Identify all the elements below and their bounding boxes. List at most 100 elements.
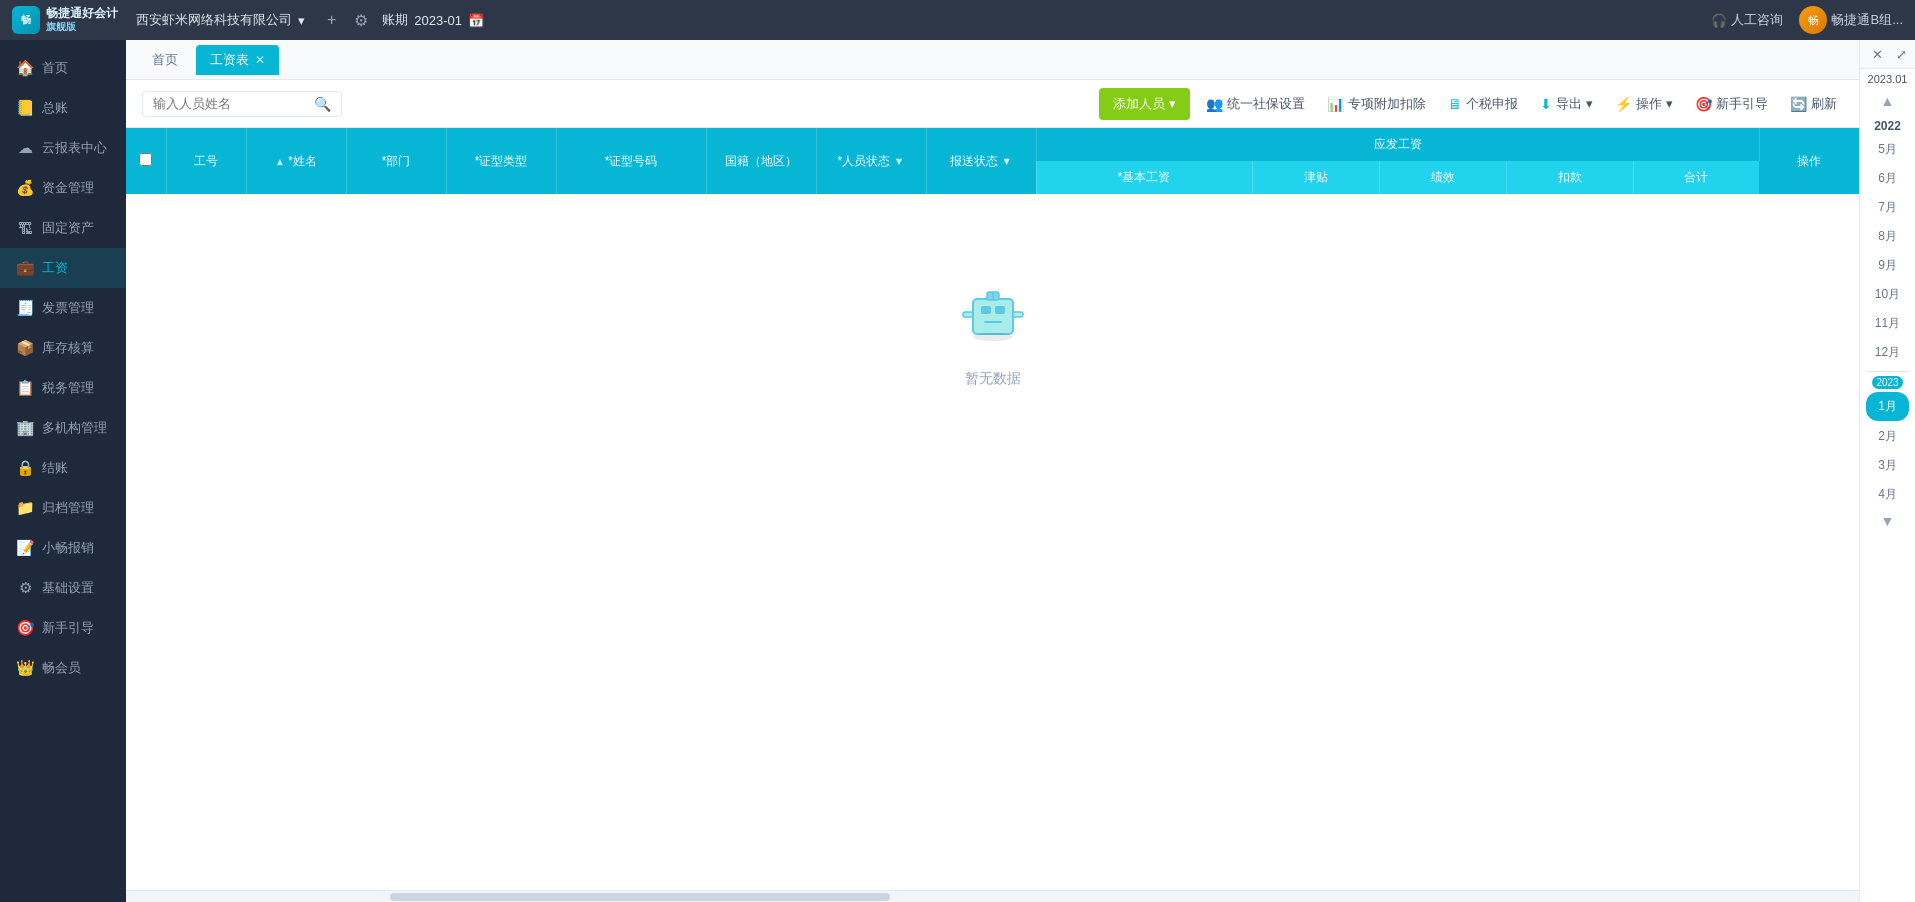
sidebar-item-close-account[interactable]: 🔒 结账 bbox=[0, 448, 126, 488]
month-2022-12[interactable]: 12月 bbox=[1860, 338, 1915, 367]
guide-icon: 🎯 bbox=[16, 619, 34, 637]
basic-settings-icon: ⚙ bbox=[16, 579, 34, 597]
sidebar-item-tax[interactable]: 📋 税务管理 bbox=[0, 368, 126, 408]
export-icon: ⬇ bbox=[1540, 96, 1552, 112]
add-person-button[interactable]: 添加人员 ▾ bbox=[1099, 88, 1190, 120]
svg-rect-2 bbox=[995, 306, 1005, 314]
tab-home[interactable]: 首页 bbox=[138, 45, 192, 75]
col-ops-label: 操作 bbox=[1797, 154, 1821, 168]
sidebar-item-fixed-assets[interactable]: 🏗 固定资产 bbox=[0, 208, 126, 248]
new-guide-button[interactable]: 🎯 新手引导 bbox=[1689, 91, 1774, 117]
operations-button[interactable]: ⚡ 操作 ▾ bbox=[1609, 91, 1679, 117]
sidebar-item-archive[interactable]: 📁 归档管理 bbox=[0, 488, 126, 528]
panel-expand-button[interactable]: ⤢ bbox=[1891, 44, 1911, 64]
export-arrow: ▾ bbox=[1586, 96, 1593, 111]
month-2023-2[interactable]: 2月 bbox=[1860, 422, 1915, 451]
sidebar-item-fund[interactable]: 💰 资金管理 bbox=[0, 168, 126, 208]
sidebar-item-xiaochang[interactable]: 📝 小畅报销 bbox=[0, 528, 126, 568]
col-name-header[interactable]: ▲ *姓名 bbox=[246, 128, 346, 194]
export-label: 导出 bbox=[1556, 95, 1582, 113]
export-button[interactable]: ⬇ 导出 ▾ bbox=[1534, 91, 1599, 117]
xiaochang-icon: 📝 bbox=[16, 539, 34, 557]
month-2023-4[interactable]: 4月 bbox=[1860, 480, 1915, 509]
sidebar-item-salary[interactable]: 💼 工资 bbox=[0, 248, 126, 288]
app-edition: 旗舰版 bbox=[46, 20, 118, 34]
social-security-button[interactable]: 👥 统一社保设置 bbox=[1200, 91, 1311, 117]
col-report-status-header[interactable]: 报送状态 ▼ bbox=[926, 128, 1036, 194]
col-num-header: 工号 bbox=[166, 128, 246, 194]
sort-up-icon: ▲ bbox=[275, 156, 285, 167]
sidebar-label-member: 畅会员 bbox=[42, 659, 81, 677]
ops-label: 操作 bbox=[1636, 95, 1662, 113]
sidebar-item-ledger[interactable]: 📒 总账 bbox=[0, 88, 126, 128]
ops-icon: ⚡ bbox=[1615, 96, 1632, 112]
top-header: 畅 畅捷通好会计 旗舰版 西安虾米网络科技有限公司 ▾ + ⚙ 账期 2023-… bbox=[0, 0, 1915, 40]
tab-salary-close[interactable]: ✕ bbox=[255, 53, 265, 67]
tax-report-button[interactable]: 🖥 个税申报 bbox=[1442, 91, 1524, 117]
sidebar-item-new-guide[interactable]: 🎯 新手引导 bbox=[0, 608, 126, 648]
new-guide-label: 新手引导 bbox=[1716, 95, 1768, 113]
month-2022-8[interactable]: 8月 bbox=[1860, 222, 1915, 251]
col-dept-header: *部门 bbox=[346, 128, 446, 194]
toolbar: 🔍 添加人员 ▾ 👥 统一社保设置 📊 专项附加扣除 🖥 个税申报 ⬇ bbox=[126, 80, 1859, 128]
settings-icon[interactable]: ⚙ bbox=[350, 7, 372, 34]
refresh-label: 刷新 bbox=[1811, 95, 1837, 113]
select-all-checkbox[interactable] bbox=[139, 153, 152, 166]
nav-up-arrow[interactable]: ▲ bbox=[1877, 89, 1899, 113]
month-2022-9[interactable]: 9月 bbox=[1860, 251, 1915, 280]
tax-icon: 📋 bbox=[16, 379, 34, 397]
panel-close-button[interactable]: ✕ bbox=[1867, 44, 1887, 64]
human-service-button[interactable]: 🎧 人工咨询 bbox=[1711, 11, 1783, 29]
month-2022-6[interactable]: 6月 bbox=[1860, 164, 1915, 193]
report-status-filter-icon: ▼ bbox=[1001, 155, 1012, 167]
col-name-label: *姓名 bbox=[288, 154, 317, 168]
nav-down-arrow[interactable]: ▼ bbox=[1877, 509, 1899, 533]
special-deduct-label: 专项附加扣除 bbox=[1348, 95, 1426, 113]
company-selector[interactable]: 西安虾米网络科技有限公司 ▾ bbox=[128, 7, 313, 33]
col-cert-type-header: *证型类型 bbox=[446, 128, 556, 194]
month-2022-5[interactable]: 5月 bbox=[1860, 135, 1915, 164]
svg-rect-1 bbox=[981, 306, 991, 314]
svg-rect-0 bbox=[973, 299, 1013, 334]
special-deduct-button[interactable]: 📊 专项附加扣除 bbox=[1321, 91, 1432, 117]
month-2022-11[interactable]: 11月 bbox=[1860, 309, 1915, 338]
invoice-icon: 🧾 bbox=[16, 299, 34, 317]
sidebar-item-home[interactable]: 🏠 首页 bbox=[0, 48, 126, 88]
month-2023-1[interactable]: 1月 bbox=[1866, 392, 1909, 421]
col-checkbox-header[interactable] bbox=[126, 128, 166, 194]
horizontal-scrollbar[interactable] bbox=[126, 890, 1859, 902]
search-input[interactable] bbox=[153, 96, 308, 111]
month-2022-10[interactable]: 10月 bbox=[1860, 280, 1915, 309]
col-person-status-header[interactable]: *人员状态 ▼ bbox=[816, 128, 926, 194]
assets-icon: 🏗 bbox=[16, 220, 34, 237]
account-period: 账期 2023-01 📅 bbox=[382, 11, 484, 29]
logo-area: 畅 畅捷通好会计 旗舰版 bbox=[12, 6, 118, 34]
fund-icon: 💰 bbox=[16, 179, 34, 197]
col-country-label: 国籍（地区） bbox=[725, 154, 797, 168]
user-area[interactable]: 畅 畅捷通B组... bbox=[1799, 6, 1903, 34]
divider bbox=[1866, 371, 1910, 372]
month-2023-3[interactable]: 3月 bbox=[1860, 451, 1915, 480]
sidebar-item-member[interactable]: 👑 畅会员 bbox=[0, 648, 126, 688]
add-button[interactable]: + bbox=[323, 7, 340, 33]
tab-salary[interactable]: 工资表 ✕ bbox=[196, 45, 279, 75]
sidebar-item-invoice[interactable]: 🧾 发票管理 bbox=[0, 288, 126, 328]
salary-table: 工号 ▲ *姓名 *部门 *证型类型 *证型号码 bbox=[126, 128, 1859, 468]
sidebar-label-tax: 税务管理 bbox=[42, 379, 94, 397]
sidebar-label-guide: 新手引导 bbox=[42, 619, 94, 637]
main-layout: 🏠 首页 📒 总账 ☁ 云报表中心 💰 资金管理 🏗 固定资产 💼 工资 🧾 发… bbox=[0, 40, 1915, 902]
col-dept-label: *部门 bbox=[382, 154, 411, 168]
col-num-label: 工号 bbox=[194, 154, 218, 168]
col-ops-header: 操作 bbox=[1759, 128, 1859, 194]
sidebar-item-basic-settings[interactable]: ⚙ 基础设置 bbox=[0, 568, 126, 608]
month-2022-7[interactable]: 7月 bbox=[1860, 193, 1915, 222]
calendar-icon[interactable]: 📅 bbox=[468, 13, 484, 28]
sidebar-item-cloud-report[interactable]: ☁ 云报表中心 bbox=[0, 128, 126, 168]
scroll-thumb[interactable] bbox=[390, 893, 890, 901]
refresh-button[interactable]: 🔄 刷新 bbox=[1784, 91, 1843, 117]
person-status-filter-icon: ▼ bbox=[894, 155, 905, 167]
sidebar-item-inventory[interactable]: 📦 库存核算 bbox=[0, 328, 126, 368]
sidebar-label-close: 结账 bbox=[42, 459, 68, 477]
col-cert-type-label: *证型类型 bbox=[475, 154, 528, 168]
sidebar-item-multi-org[interactable]: 🏢 多机构管理 bbox=[0, 408, 126, 448]
